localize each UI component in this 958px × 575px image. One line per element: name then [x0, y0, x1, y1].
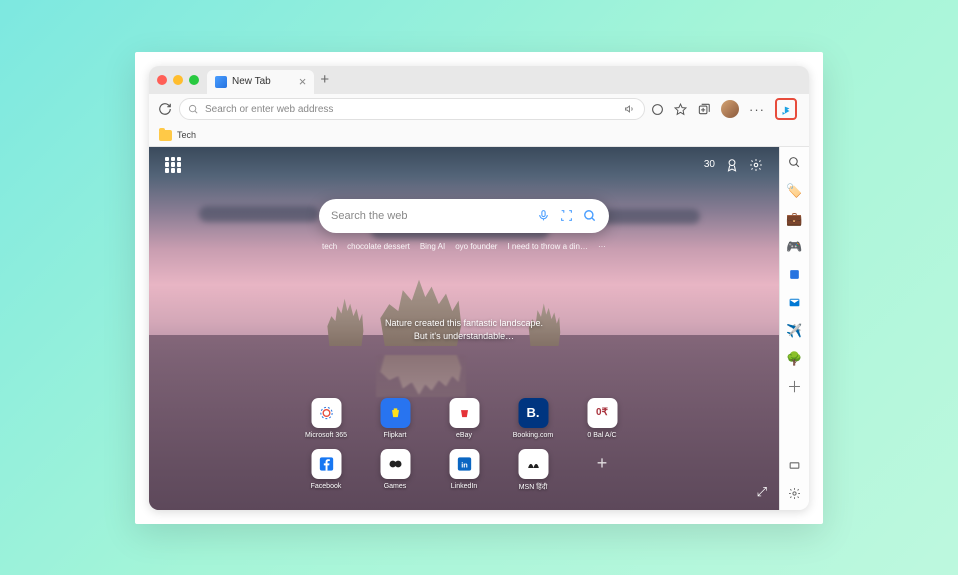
sidebar-add[interactable]: ＋: [787, 379, 803, 395]
close-window-button[interactable]: [157, 75, 167, 85]
voice-search-icon[interactable]: [537, 209, 550, 222]
profile-button[interactable]: [721, 100, 739, 118]
favorite-button[interactable]: [674, 103, 687, 116]
svg-text:in: in: [461, 460, 468, 469]
toolbar: Search or enter web address ···: [149, 94, 809, 125]
sidebar-tools[interactable]: 💼: [787, 211, 803, 227]
caption-line2: But it's understandable…: [385, 330, 543, 343]
page-settings-button[interactable]: [749, 158, 763, 172]
browser-window: New Tab × + Search or enter web address …: [149, 66, 809, 510]
bing-icon: [779, 102, 793, 116]
tab-title: New Tab: [232, 76, 271, 87]
quicklink-linkedin[interactable]: in LinkedIn: [449, 449, 479, 492]
collections-button[interactable]: [697, 102, 711, 116]
read-aloud-icon[interactable]: [624, 103, 636, 115]
maximize-window-button[interactable]: [189, 75, 199, 85]
titlebar: New Tab × +: [149, 66, 809, 94]
quicklink-msn[interactable]: MSN हिंदी: [518, 449, 548, 492]
apps-launcher-button[interactable]: [165, 157, 181, 173]
trending-item[interactable]: chocolate dessert: [347, 242, 410, 251]
reload-button[interactable]: [157, 101, 173, 117]
quicklink-microsoft365[interactable]: Microsoft 365: [305, 398, 347, 439]
browser-tab[interactable]: New Tab ×: [207, 70, 314, 94]
edge-sidebar: 🏷️ 💼 🎮 ✈️ 🌳 ＋: [779, 147, 809, 510]
caption-line1: Nature created this fantastic landscape.: [385, 317, 543, 330]
new-tab-button[interactable]: +: [320, 71, 329, 88]
quicklink-facebook[interactable]: Facebook: [311, 449, 342, 492]
image-search-icon[interactable]: [560, 209, 573, 222]
tab-favicon-icon: [215, 76, 227, 88]
background-caption[interactable]: Nature created this fantastic landscape.…: [385, 317, 543, 342]
sidebar-office[interactable]: [787, 267, 803, 283]
quicklink-balance[interactable]: 0₹ 0 Bal A/C: [587, 398, 617, 439]
sync-icon[interactable]: [651, 103, 664, 116]
search-submit-icon[interactable]: [583, 209, 597, 223]
bing-chat-button[interactable]: [775, 98, 797, 120]
folder-icon: [159, 130, 172, 141]
sidebar-games[interactable]: 🎮: [787, 239, 803, 255]
sidebar-hide[interactable]: [787, 458, 803, 474]
sidebar-shopping[interactable]: 🏷️: [787, 183, 803, 199]
search-placeholder: Search the web: [331, 210, 529, 222]
quicklink-booking[interactable]: B. Booking.com: [513, 398, 553, 439]
quick-links-grid: Microsoft 365 Flipkart eBay B. Booking.c…: [299, 398, 630, 492]
address-bar-placeholder: Search or enter web address: [205, 104, 618, 115]
search-box[interactable]: Search the web: [319, 199, 609, 233]
sidebar-eco[interactable]: 🌳: [787, 351, 803, 367]
quicklink-add[interactable]: +: [587, 449, 617, 492]
new-tab-content: 30 Search the web tech chocolate des: [149, 147, 779, 510]
sidebar-drop[interactable]: ✈️: [787, 323, 803, 339]
more-button[interactable]: ···: [749, 102, 765, 117]
trending-item[interactable]: I need to throw a din…: [507, 242, 588, 251]
trending-more[interactable]: ···: [598, 242, 606, 251]
address-bar[interactable]: Search or enter web address: [179, 98, 645, 120]
sidebar-outlook[interactable]: [787, 295, 803, 311]
expand-button[interactable]: ⤢: [757, 484, 767, 500]
bookmark-item[interactable]: Tech: [177, 130, 196, 140]
sidebar-search[interactable]: [787, 155, 803, 171]
quicklink-flipkart[interactable]: Flipkart: [380, 398, 410, 439]
window-controls: [157, 75, 199, 85]
rewards-icon[interactable]: [725, 158, 739, 172]
bookmarks-bar: Tech: [149, 125, 809, 147]
search-icon: [188, 104, 199, 115]
trending-item[interactable]: tech: [322, 242, 337, 251]
sidebar-settings[interactable]: [787, 486, 803, 502]
minimize-window-button[interactable]: [173, 75, 183, 85]
quicklink-games[interactable]: Games: [380, 449, 410, 492]
trending-searches: tech chocolate dessert Bing AI oyo found…: [319, 242, 609, 251]
trending-item[interactable]: Bing AI: [420, 242, 445, 251]
trending-item[interactable]: oyo founder: [455, 242, 497, 251]
tab-close-button[interactable]: ×: [299, 75, 307, 88]
quicklink-ebay[interactable]: eBay: [449, 398, 479, 439]
rewards-count[interactable]: 30: [704, 159, 715, 170]
